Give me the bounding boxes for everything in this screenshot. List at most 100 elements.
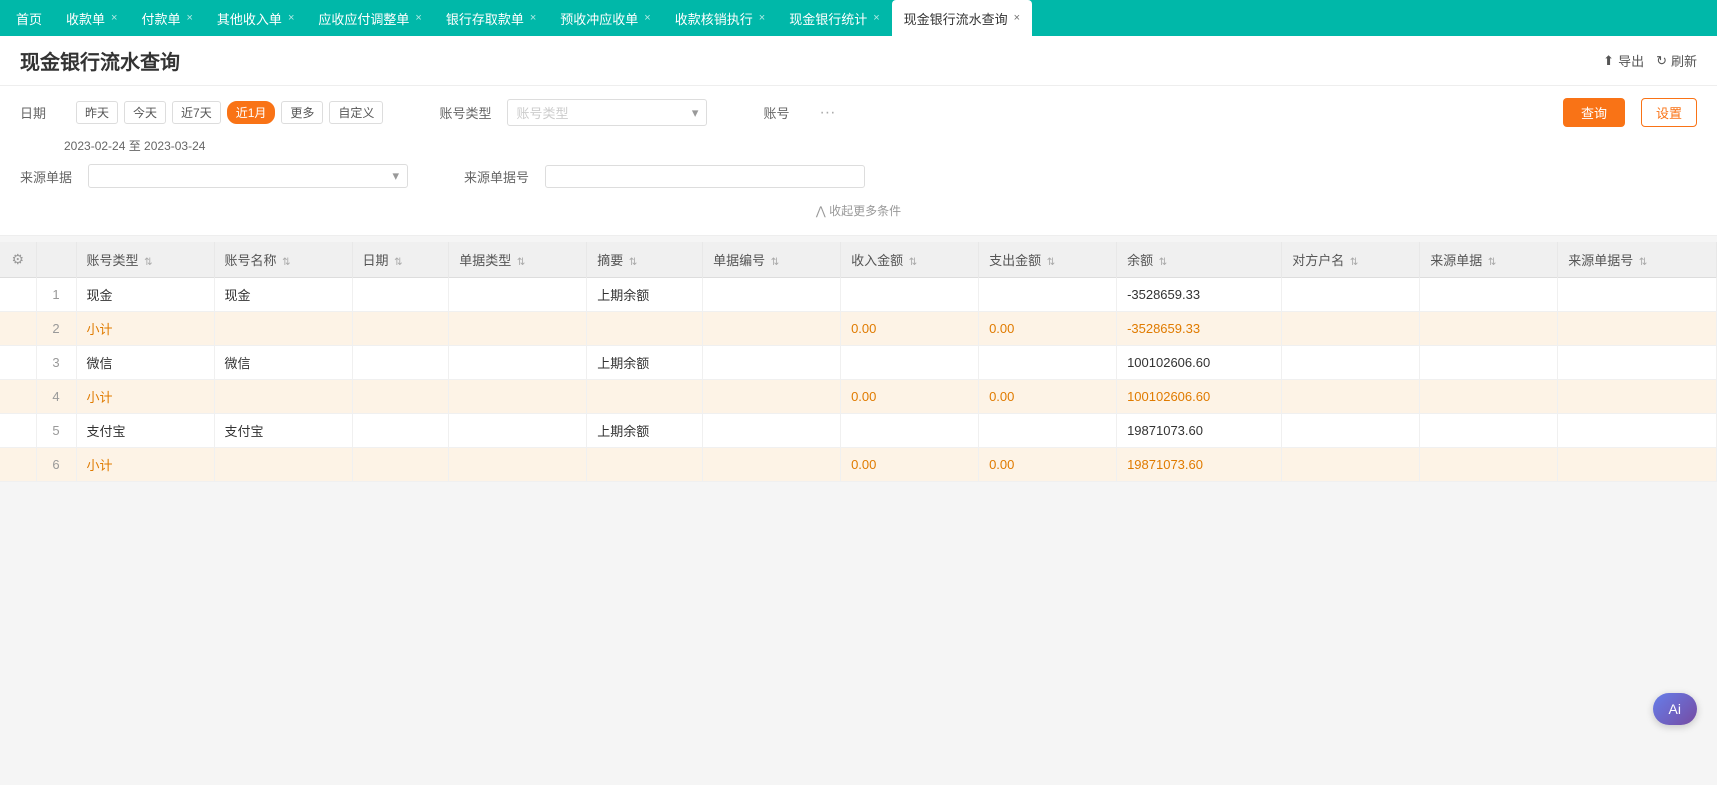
sort-icon[interactable]: ⇅ — [1639, 257, 1647, 268]
nav-tab-3[interactable]: 应收应付调整单 × — [306, 0, 433, 36]
close-icon[interactable]: × — [759, 12, 765, 24]
col-date: 日期 ⇅ — [352, 242, 449, 278]
sort-icon[interactable]: ⇅ — [771, 257, 779, 268]
col-balance: 余额 ⇅ — [1117, 242, 1282, 278]
query-button[interactable]: 查询 — [1563, 98, 1625, 127]
close-icon[interactable]: × — [415, 12, 421, 24]
source-doc-select[interactable]: ▾ — [88, 164, 408, 188]
cell-account-name — [214, 312, 352, 346]
cell-index: 4 — [36, 380, 76, 414]
export-button[interactable]: ⬆ 导出 — [1603, 51, 1644, 70]
cell-doc-type — [449, 312, 587, 346]
cell-date — [352, 414, 449, 448]
cell-account-type: 小计 — [76, 448, 214, 482]
date-7days[interactable]: 近7天 — [172, 101, 221, 124]
date-today[interactable]: 今天 — [124, 101, 166, 124]
gear-icon[interactable]: ⚙ — [11, 251, 24, 267]
col-account-type: 账号类型 ⇅ — [76, 242, 214, 278]
nav-tab-0[interactable]: 收款单 × — [54, 0, 129, 36]
cell-expense: 0.00 — [979, 312, 1117, 346]
nav-tab-2[interactable]: 其他收入单 × — [205, 0, 306, 36]
date-label: 日期 — [20, 103, 60, 122]
cell-summary: 上期余额 — [587, 414, 703, 448]
ai-button[interactable]: Ai — [1653, 693, 1697, 725]
cell-account-type: 现金 — [76, 278, 214, 312]
sort-icon[interactable]: ⇅ — [629, 257, 637, 268]
cell-income — [841, 414, 979, 448]
sort-icon[interactable]: ⇅ — [909, 257, 917, 268]
sort-icon[interactable]: ⇅ — [1159, 257, 1167, 268]
date-yesterday[interactable]: 昨天 — [76, 101, 118, 124]
col-expense: 支出金额 ⇅ — [979, 242, 1117, 278]
cell-account-name — [214, 380, 352, 414]
cell-summary: 上期余额 — [587, 278, 703, 312]
cell-expense — [979, 414, 1117, 448]
source-doc-no-input[interactable] — [545, 165, 865, 188]
nav-tab-4[interactable]: 银行存取款单 × — [434, 0, 548, 36]
table-row: ⚙1现金现金上期余额-3528659.33 — [0, 278, 1717, 312]
filter-row-2: 来源单据 ▾ 来源单据号 — [20, 164, 1697, 188]
col-income: 收入金额 ⇅ — [841, 242, 979, 278]
close-icon[interactable]: × — [186, 12, 192, 24]
cell-doc-type — [449, 414, 587, 448]
nav-tab-1[interactable]: 付款单 × — [129, 0, 204, 36]
sort-icon[interactable]: ⇅ — [1047, 257, 1055, 268]
cell-summary — [587, 448, 703, 482]
cell-doc-no — [703, 414, 841, 448]
cell-expense: 0.00 — [979, 380, 1117, 414]
cell-doc-type — [449, 346, 587, 380]
sort-icon[interactable]: ⇅ — [144, 257, 152, 268]
cell-gear: ⚙ — [0, 278, 36, 312]
col-index — [36, 242, 76, 278]
cell-source-doc-no — [1558, 414, 1717, 448]
account-type-select[interactable]: 账号类型 ▾ — [507, 99, 707, 126]
source-doc-no-label: 来源单据号 — [464, 167, 529, 186]
cell-account-type: 支付宝 — [76, 414, 214, 448]
refresh-button[interactable]: ↻ 刷新 — [1656, 51, 1697, 70]
sort-icon[interactable]: ⇅ — [282, 257, 290, 268]
cell-counterparty — [1282, 312, 1420, 346]
col-counterparty: 对方户名 ⇅ — [1282, 242, 1420, 278]
cell-source-doc — [1420, 278, 1558, 312]
nav-tab-6[interactable]: 收款核销执行 × — [663, 0, 777, 36]
col-doc-no: 单据编号 ⇅ — [703, 242, 841, 278]
cell-source-doc-no — [1558, 312, 1717, 346]
cell-index: 2 — [36, 312, 76, 346]
close-icon[interactable]: × — [288, 12, 294, 24]
cell-account-name: 微信 — [214, 346, 352, 380]
cell-doc-no — [703, 346, 841, 380]
close-icon[interactable]: × — [873, 12, 879, 24]
sort-icon[interactable]: ⇅ — [517, 257, 525, 268]
collapse-bar[interactable]: ⋀ 收起更多条件 — [20, 198, 1697, 223]
col-doc-type: 单据类型 ⇅ — [449, 242, 587, 278]
account-dots[interactable]: ··· — [819, 104, 835, 122]
date-more[interactable]: 更多 — [281, 101, 323, 124]
nav-tab-8[interactable]: 现金银行流水查询 × — [892, 0, 1032, 36]
close-icon[interactable]: × — [644, 12, 650, 24]
sort-icon[interactable]: ⇅ — [1350, 257, 1358, 268]
page-title: 现金银行流水查询 — [20, 46, 180, 75]
nav-tab-5[interactable]: 预收冲应收单 × — [548, 0, 662, 36]
page-header: 现金银行流水查询 ⬆ 导出 ↻ 刷新 — [0, 36, 1717, 86]
sort-icon[interactable]: ⇅ — [394, 257, 402, 268]
cell-doc-type — [449, 448, 587, 482]
date-custom[interactable]: 自定义 — [329, 101, 383, 124]
table-row: ⚙2小计0.000.00-3528659.33 — [0, 312, 1717, 346]
close-icon[interactable]: × — [111, 12, 117, 24]
settings-button[interactable]: 设置 — [1641, 98, 1697, 127]
date-1month[interactable]: 近1月 — [227, 101, 276, 124]
cell-counterparty — [1282, 380, 1420, 414]
close-icon[interactable]: × — [530, 12, 536, 24]
sort-icon[interactable]: ⇅ — [1488, 257, 1496, 268]
cell-account-type: 微信 — [76, 346, 214, 380]
table-row: ⚙6小计0.000.0019871073.60 — [0, 448, 1717, 482]
close-icon[interactable]: × — [1014, 12, 1020, 24]
table-row: ⚙4小计0.000.00100102606.60 — [0, 380, 1717, 414]
nav-home[interactable]: 首页 — [4, 0, 54, 36]
cell-account-name — [214, 448, 352, 482]
cell-summary — [587, 312, 703, 346]
nav-tab-7[interactable]: 现金银行统计 × — [777, 0, 891, 36]
filter-area: 日期 昨天 今天 近7天 近1月 更多 自定义 账号类型 账号类型 ▾ 账号 ·… — [0, 86, 1717, 236]
refresh-icon: ↻ — [1656, 53, 1667, 69]
chevron-down-icon: ▾ — [692, 105, 699, 121]
